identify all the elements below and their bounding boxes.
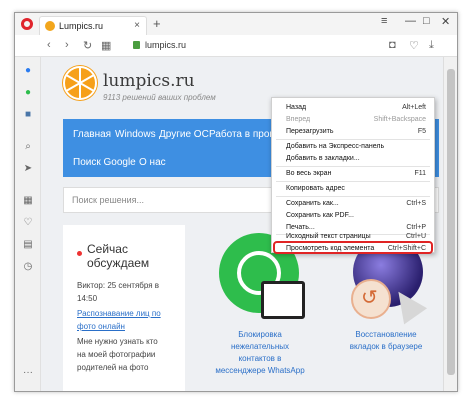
navigation-bar: ‹ › ↻ ▦ lumpics.ru ◘ ♡ ⤓ xyxy=(15,35,457,57)
scrollbar[interactable] xyxy=(443,57,457,391)
comment-author: Виктор: 25 сентября в xyxy=(77,281,160,290)
download-icon[interactable]: ⤓ xyxy=(429,39,434,52)
ctx-item-back[interactable]: Назад Alt+Left xyxy=(286,102,432,113)
new-tab-button[interactable]: + xyxy=(153,16,161,31)
ctx-item-reload[interactable]: Перезагрузить F5 xyxy=(286,126,432,137)
discussion-heading: Сейчас обсуждаем xyxy=(87,242,150,270)
browser-window: Lumpics.ru × + ≡ — □ ✕ ‹ › ↻ ▦ lumpics.r… xyxy=(14,12,458,392)
news-icon[interactable]: ▤ xyxy=(22,239,34,251)
reload-button[interactable]: ↻ xyxy=(83,39,92,52)
context-menu: Назад Alt+Left Вперед Shift+Backspace Пере… xyxy=(271,97,435,253)
discussion-card: Сейчас обсуждаем Виктор: 25 сентября в 1… xyxy=(63,225,185,391)
comment-text-3: родителей на фото xyxy=(77,363,149,372)
sidebar: ● ● ■ ⌕ ➤ ▦ ♡ ▤ ◷ ··· xyxy=(15,57,41,391)
site-tagline: 9113 решений ваших проблем xyxy=(103,93,216,102)
ctx-item-add-bookmark[interactable]: Добавить в закладки... xyxy=(286,153,432,164)
menu-item-windows[interactable]: Windows xyxy=(115,129,156,140)
ctx-item-add-speed-dial[interactable]: Добавить на Экспресс-панель xyxy=(286,141,432,152)
vk-icon[interactable]: ■ xyxy=(22,109,34,121)
more-icon[interactable]: ··· xyxy=(22,367,34,379)
site-name[interactable]: lumpics.ru xyxy=(103,71,195,91)
bookmark-heart-icon[interactable]: ♡ xyxy=(409,39,419,52)
comment-article-link-2[interactable]: фото онлайн xyxy=(77,320,125,333)
ctx-item-forward[interactable]: Вперед Shift+Backspace xyxy=(286,114,432,125)
lock-icon xyxy=(133,41,140,49)
tab-close-button[interactable]: × xyxy=(134,20,140,31)
whatsapp-icon[interactable]: ● xyxy=(22,87,34,99)
history-icon[interactable]: ◷ xyxy=(22,261,34,273)
search-placeholder: Поиск решения... xyxy=(72,195,145,205)
restore-tab-icon: ↺ xyxy=(351,279,391,319)
forward-button[interactable]: › xyxy=(65,39,69,51)
scrollbar-thumb[interactable] xyxy=(447,69,455,375)
minimize-button[interactable]: — xyxy=(405,15,416,27)
comment-text-1: Мне нужно узнать кто xyxy=(77,337,158,346)
comment-text-2: на моей фотографии xyxy=(77,350,156,359)
tab-title: Lumpics.ru xyxy=(59,21,104,31)
tab-lumpics[interactable]: Lumpics.ru × xyxy=(39,16,147,35)
ctx-item-save-pdf[interactable]: Сохранить как PDF... xyxy=(286,210,432,221)
comment-article-link[interactable]: Распознавание лиц по xyxy=(77,307,161,320)
menu-item-other-os[interactable]: Другие ОС xyxy=(159,129,209,140)
article-title-restore-tabs[interactable]: Восстановление вкладок в браузере xyxy=(331,329,441,353)
search-icon[interactable]: ⌕ xyxy=(22,141,34,153)
opera-logo-icon[interactable] xyxy=(21,18,33,30)
article-title-whatsapp[interactable]: Блокировка нежелательных контактов в мес… xyxy=(205,329,315,377)
close-window-button[interactable]: ✕ xyxy=(441,15,450,28)
menu-item-home[interactable]: Главная xyxy=(73,129,111,140)
speed-dial-icon[interactable]: ▦ xyxy=(101,39,111,52)
title-bar: Lumpics.ru × + ≡ — □ ✕ xyxy=(15,13,457,35)
address-bar[interactable]: lumpics.ru xyxy=(145,40,186,50)
back-button[interactable]: ‹ xyxy=(47,39,51,51)
ctx-item-fullscreen[interactable]: Во весь экран F11 xyxy=(286,168,432,179)
heart-icon[interactable]: ♡ xyxy=(22,217,34,229)
id-lock-icon xyxy=(261,281,305,319)
speed-dial-icon[interactable]: ▦ xyxy=(22,195,34,207)
menu-item-about[interactable]: О нас xyxy=(139,157,166,168)
camera-icon[interactable]: ◘ xyxy=(389,39,396,51)
site-logo-icon[interactable] xyxy=(63,66,97,100)
ctx-item-save-as[interactable]: Сохранить как... Ctrl+S xyxy=(286,198,432,209)
menu-icon[interactable]: ≡ xyxy=(381,15,387,27)
inspect-highlight-outline xyxy=(273,241,433,254)
comment-time: 14:50 xyxy=(77,294,98,303)
maximize-button[interactable]: □ xyxy=(423,15,430,27)
ctx-item-copy-address[interactable]: Копировать адрес xyxy=(286,183,432,194)
send-icon[interactable]: ➤ xyxy=(22,163,34,175)
menu-item-google-search[interactable]: Поиск Google xyxy=(73,157,136,168)
messenger-icon[interactable]: ● xyxy=(22,65,34,77)
live-dot-icon xyxy=(77,251,82,256)
favicon-icon xyxy=(45,21,55,31)
